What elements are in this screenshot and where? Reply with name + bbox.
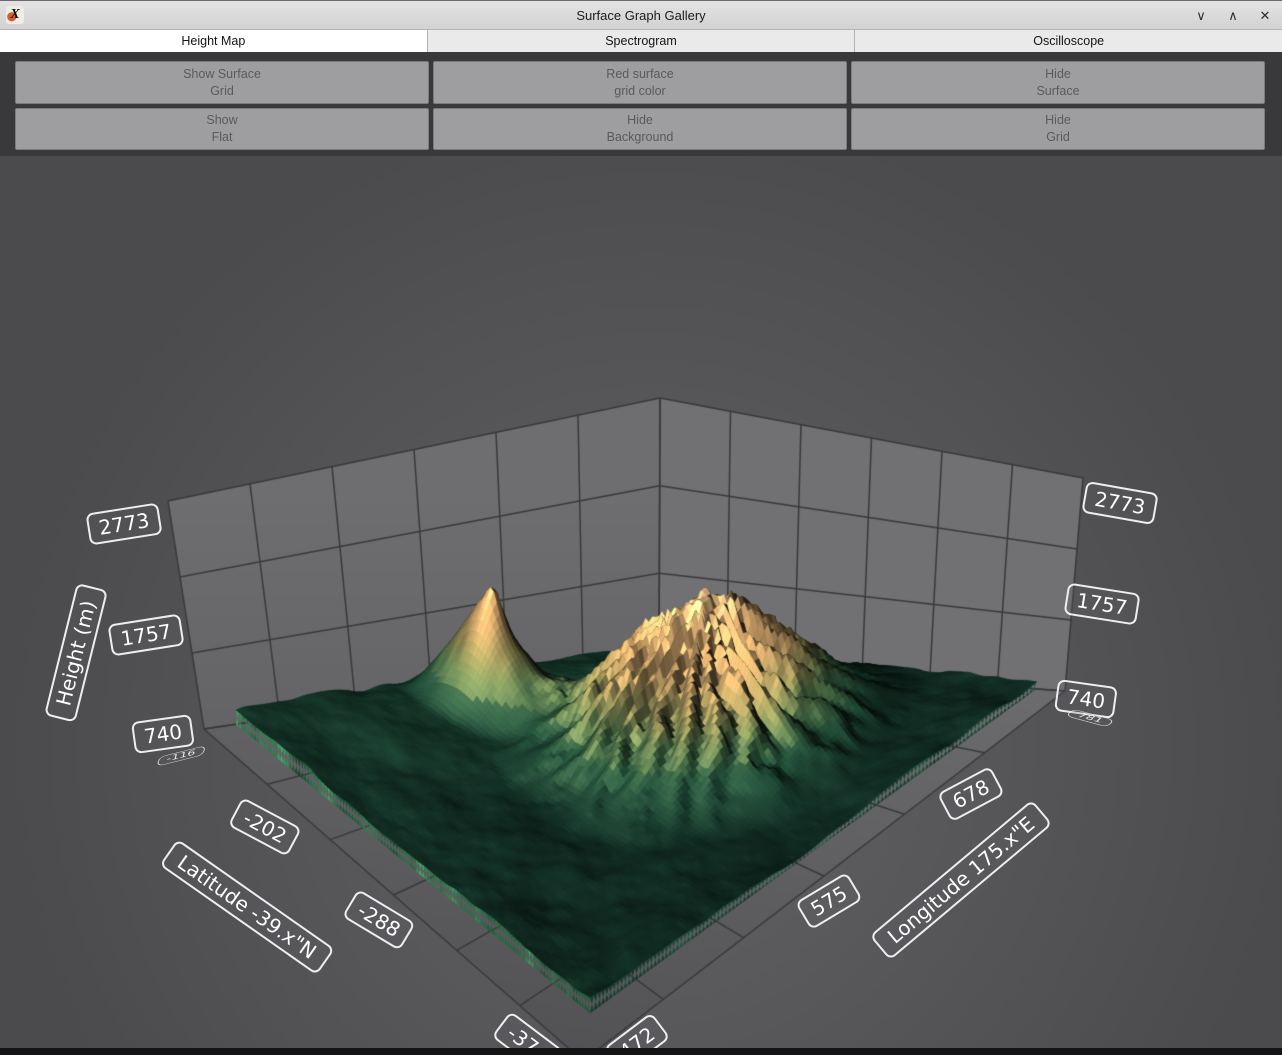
window-titlebar[interactable]: X Surface Graph Gallery ∨ ∧ ✕ — [0, 1, 1282, 30]
desktop-strip — [0, 1048, 1282, 1055]
toolbar: Show Surface Grid Red surface grid color… — [0, 52, 1282, 156]
hide-grid-button[interactable]: Hide Grid — [851, 108, 1265, 150]
minimize-icon[interactable]: ∨ — [1192, 8, 1210, 24]
close-icon[interactable]: ✕ — [1256, 8, 1274, 24]
tab-oscilloscope[interactable]: Oscilloscope — [855, 30, 1282, 52]
surface-3d-scene: 2773 1757 740 -116 Height (m) 2773 1757 … — [0, 156, 1282, 1048]
app-window: X Surface Graph Gallery ∨ ∧ ✕ Height Map… — [0, 0, 1282, 1055]
show-surface-grid-button[interactable]: Show Surface Grid — [15, 61, 429, 104]
surface-grid-color-button[interactable]: Red surface grid color — [433, 61, 847, 104]
window-controls: ∨ ∧ ✕ — [1192, 1, 1274, 30]
window-title: Surface Graph Gallery — [0, 1, 1282, 30]
hide-background-button[interactable]: Hide Background — [433, 108, 847, 150]
maximize-icon[interactable]: ∧ — [1224, 8, 1242, 24]
show-flat-button[interactable]: Show Flat — [15, 108, 429, 150]
tab-bar: Height Map Spectrogram Oscilloscope — [0, 30, 1282, 52]
tab-spectrogram[interactable]: Spectrogram — [428, 30, 856, 52]
tab-height-map[interactable]: Height Map — [0, 30, 428, 52]
hide-surface-button[interactable]: Hide Surface — [851, 61, 1265, 104]
